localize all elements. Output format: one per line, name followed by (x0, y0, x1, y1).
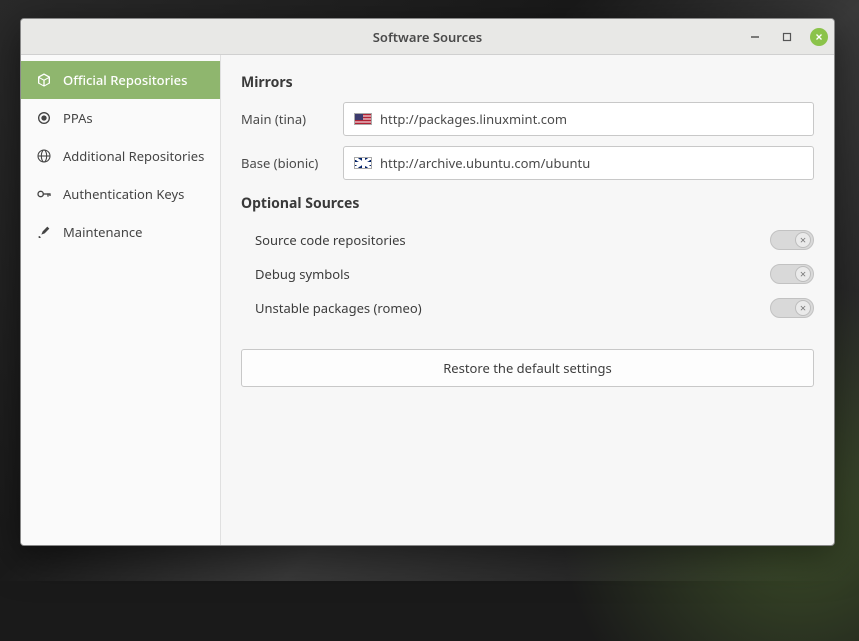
sidebar-item-label: Official Repositories (63, 71, 187, 89)
sidebar-item-additional-repositories[interactable]: Additional Repositories (21, 137, 220, 175)
window-controls (746, 19, 828, 55)
toggle-unstable[interactable]: × (770, 298, 814, 318)
titlebar[interactable]: Software Sources (21, 19, 834, 55)
mirror-row-main: Main (tina) http://packages.linuxmint.co… (241, 102, 814, 136)
restore-defaults-label: Restore the default settings (443, 359, 612, 377)
option-row-debug: Debug symbols × (241, 257, 814, 291)
circle-icon (35, 109, 53, 127)
option-row-unstable: Unstable packages (romeo) × (241, 291, 814, 325)
mirror-main-url: http://packages.linuxmint.com (380, 110, 567, 128)
window-title: Software Sources (373, 28, 482, 46)
sidebar-item-official-repositories[interactable]: Official Repositories (21, 61, 220, 99)
main-content: Mirrors Main (tina) http://packages.linu… (221, 55, 834, 545)
tools-icon (35, 223, 53, 241)
toggle-knob: × (795, 232, 811, 248)
sidebar-item-label: Authentication Keys (63, 185, 184, 203)
mirror-main-field[interactable]: http://packages.linuxmint.com (343, 102, 814, 136)
mirror-main-label: Main (tina) (241, 110, 331, 128)
window-body: Official Repositories PPAs Additional Re… (21, 55, 834, 545)
option-row-source-code: Source code repositories × (241, 223, 814, 257)
minimize-button[interactable] (746, 28, 764, 46)
sidebar-item-label: Maintenance (63, 223, 142, 241)
sidebar-item-authentication-keys[interactable]: Authentication Keys (21, 175, 220, 213)
globe-icon (35, 147, 53, 165)
toggle-knob: × (795, 266, 811, 282)
sidebar-item-ppas[interactable]: PPAs (21, 99, 220, 137)
option-label-source-code: Source code repositories (255, 231, 406, 249)
toggle-source-code[interactable]: × (770, 230, 814, 250)
sidebar: Official Repositories PPAs Additional Re… (21, 55, 221, 545)
mirror-row-base: Base (bionic) http://archive.ubuntu.com/… (241, 146, 814, 180)
option-label-unstable: Unstable packages (romeo) (255, 299, 422, 317)
maximize-button[interactable] (778, 28, 796, 46)
optional-sources-heading: Optional Sources (241, 194, 814, 213)
sidebar-item-label: PPAs (63, 109, 93, 127)
cube-icon (35, 71, 53, 89)
software-sources-window: Software Sources Official Repositories (20, 18, 835, 546)
option-label-debug: Debug symbols (255, 265, 350, 283)
toggle-debug[interactable]: × (770, 264, 814, 284)
close-button[interactable] (810, 28, 828, 46)
toggle-knob: × (795, 300, 811, 316)
mirror-base-label: Base (bionic) (241, 154, 331, 172)
mirrors-heading: Mirrors (241, 73, 814, 92)
mirror-base-url: http://archive.ubuntu.com/ubuntu (380, 154, 590, 172)
flag-uk-icon (354, 157, 372, 169)
sidebar-item-label: Additional Repositories (63, 147, 204, 165)
flag-us-icon (354, 113, 372, 125)
key-icon (35, 185, 53, 203)
restore-defaults-button[interactable]: Restore the default settings (241, 349, 814, 387)
mirror-base-field[interactable]: http://archive.ubuntu.com/ubuntu (343, 146, 814, 180)
sidebar-item-maintenance[interactable]: Maintenance (21, 213, 220, 251)
